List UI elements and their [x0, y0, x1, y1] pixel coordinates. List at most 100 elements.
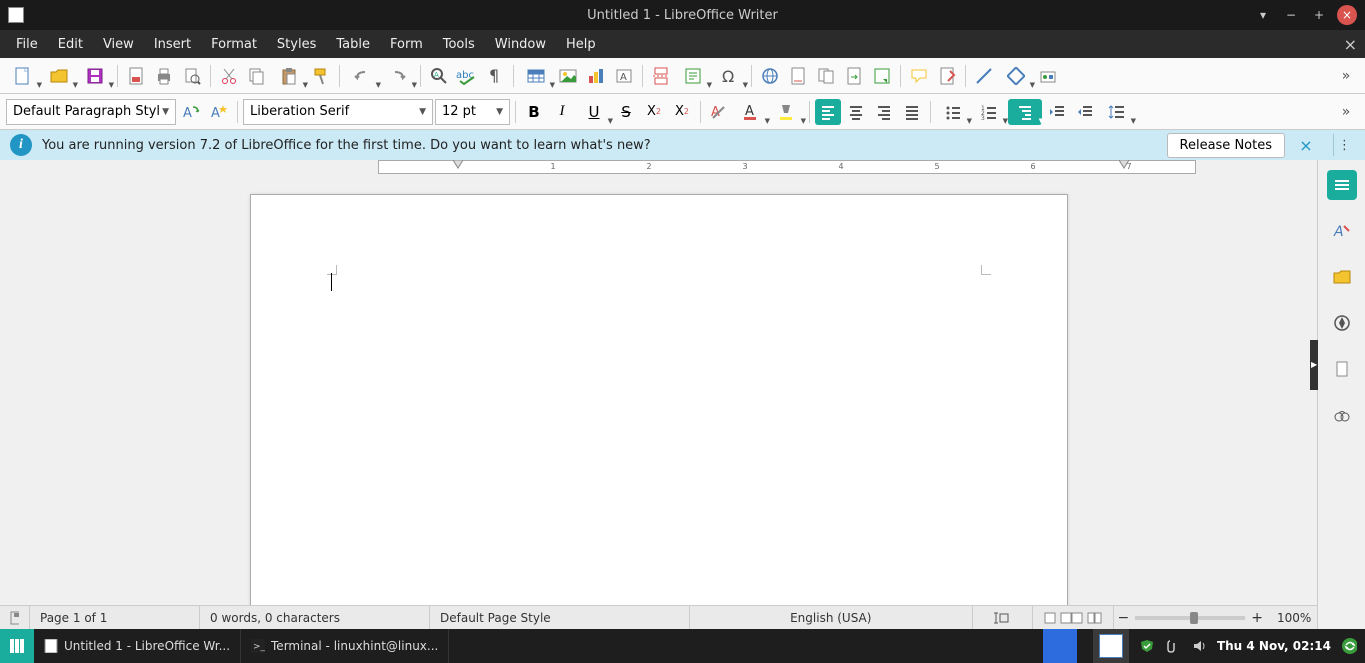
insert-image-button[interactable] [555, 63, 581, 89]
export-pdf-button[interactable] [123, 63, 149, 89]
new-style-button[interactable]: A [206, 99, 232, 125]
decrease-indent-button[interactable] [1072, 99, 1098, 125]
new-button[interactable]: ▼ [6, 63, 40, 89]
release-notes-button[interactable]: Release Notes [1167, 133, 1285, 158]
justify-button[interactable] [899, 99, 925, 125]
taskbar-writer-launcher[interactable] [1093, 629, 1129, 663]
sidebar-properties-button[interactable] [1327, 170, 1357, 200]
insert-hyperlink-button[interactable] [757, 63, 783, 89]
strikethrough-button[interactable]: S [613, 99, 639, 125]
insert-bookmark-button[interactable] [813, 63, 839, 89]
font-color-button[interactable]: A▼ [734, 99, 768, 125]
bold-button[interactable]: B [521, 99, 547, 125]
undo-button[interactable]: ▼ [345, 63, 379, 89]
paragraph-style-combo[interactable]: Default Paragraph Styl▼ [6, 99, 176, 125]
close-document-button[interactable]: × [1344, 35, 1357, 54]
clock[interactable]: Thu 4 Nov, 02:14 [1217, 639, 1331, 653]
menu-styles[interactable]: Styles [267, 33, 326, 56]
menu-file[interactable]: File [6, 33, 48, 56]
save-button[interactable]: ▼ [78, 63, 112, 89]
word-count-cell[interactable]: 0 words, 0 characters [200, 606, 430, 629]
insert-field-button[interactable]: ▼ [676, 63, 710, 89]
ordered-list-button[interactable]: 123▼ [972, 99, 1006, 125]
outline-format-button[interactable]: ▼ [1008, 99, 1042, 125]
save-status-icon[interactable] [0, 606, 30, 629]
paste-button[interactable]: ▼ [272, 63, 306, 89]
line-button[interactable] [971, 63, 997, 89]
clone-formatting-button[interactable] [308, 63, 334, 89]
menu-help[interactable]: Help [556, 33, 606, 56]
insert-mode-cell[interactable] [973, 606, 1033, 629]
update-style-button[interactable]: A [178, 99, 204, 125]
insert-textbox-button[interactable]: A [611, 63, 637, 89]
spellcheck-button[interactable]: abc [454, 63, 480, 89]
underline-button[interactable]: U▼ [577, 99, 611, 125]
cut-button[interactable] [216, 63, 242, 89]
align-left-button[interactable] [815, 99, 841, 125]
shade-button[interactable]: ▾ [1253, 5, 1273, 25]
font-name-combo[interactable]: Liberation Serif▼ [243, 99, 433, 125]
page-style-cell[interactable]: Default Page Style [430, 606, 690, 629]
view-layout-cell[interactable] [1033, 606, 1113, 629]
zoom-control[interactable]: − + [1113, 606, 1267, 629]
horizontal-ruler[interactable]: 1 2 3 4 5 6 7 [0, 160, 1317, 176]
start-menu-button[interactable] [0, 629, 34, 663]
menu-table[interactable]: Table [326, 33, 380, 56]
insert-cross-ref-button[interactable] [841, 63, 867, 89]
align-right-button[interactable] [871, 99, 897, 125]
zoom-in-button[interactable]: + [1251, 610, 1263, 626]
redo-button[interactable]: ▼ [381, 63, 415, 89]
insert-footnote-button[interactable] [785, 63, 811, 89]
zoom-out-button[interactable]: − [1118, 610, 1130, 626]
menu-form[interactable]: Form [380, 33, 433, 56]
menu-insert[interactable]: Insert [144, 33, 201, 56]
zoom-slider[interactable] [1135, 616, 1245, 620]
superscript-button[interactable]: X2 [641, 99, 667, 125]
sidebar-page-button[interactable] [1327, 354, 1357, 384]
highlight-color-button[interactable]: ▼ [770, 99, 804, 125]
show-desktop-button[interactable] [1043, 629, 1077, 663]
menu-format[interactable]: Format [201, 33, 267, 56]
line-spacing-button[interactable]: ▼ [1100, 99, 1134, 125]
first-line-indent-marker[interactable] [453, 160, 463, 170]
insert-table-button[interactable]: ▼ [519, 63, 553, 89]
sidebar-collapse-handle[interactable] [1310, 340, 1318, 390]
menu-window[interactable]: Window [485, 33, 556, 56]
copy-button[interactable] [244, 63, 270, 89]
insert-special-char-button[interactable]: Ω▼ [712, 63, 746, 89]
font-size-combo[interactable]: 12 pt▼ [435, 99, 510, 125]
print-button[interactable] [151, 63, 177, 89]
shield-icon[interactable] [1139, 638, 1155, 654]
insert-page-break-button[interactable] [648, 63, 674, 89]
track-changes-comment-button[interactable] [906, 63, 932, 89]
insert-comment-button[interactable] [869, 63, 895, 89]
toolbar-overflow-button[interactable]: » [1333, 63, 1359, 89]
increase-indent-button[interactable] [1044, 99, 1070, 125]
menu-edit[interactable]: Edit [48, 33, 93, 56]
print-preview-button[interactable] [179, 63, 205, 89]
document-canvas[interactable] [0, 176, 1317, 629]
formatting-marks-button[interactable]: ¶ [482, 63, 508, 89]
page-number-cell[interactable]: Page 1 of 1 [30, 606, 200, 629]
find-replace-button[interactable]: A [426, 63, 452, 89]
unordered-list-button[interactable]: ▼ [936, 99, 970, 125]
menu-view[interactable]: View [93, 33, 144, 56]
subscript-button[interactable]: X2 [669, 99, 695, 125]
sidebar-style-inspector-button[interactable] [1327, 400, 1357, 430]
taskbar-item-writer[interactable]: Untitled 1 - LibreOffice Wr... [34, 629, 241, 663]
sidebar-gallery-button[interactable] [1327, 262, 1357, 292]
close-infobar-button[interactable]: × [1295, 134, 1317, 156]
italic-button[interactable]: I [549, 99, 575, 125]
page[interactable] [250, 194, 1068, 629]
minimize-button[interactable]: − [1281, 5, 1301, 25]
formatbar-overflow-button[interactable]: » [1333, 99, 1359, 125]
close-button[interactable]: × [1337, 5, 1357, 25]
language-cell[interactable]: English (USA) [690, 606, 973, 629]
align-center-button[interactable] [843, 99, 869, 125]
clip-icon[interactable] [1165, 638, 1181, 654]
zoom-value-cell[interactable]: 100% [1267, 606, 1317, 629]
menu-tools[interactable]: Tools [433, 33, 485, 56]
track-changes-button[interactable] [934, 63, 960, 89]
infobar-more-button[interactable]: ⋮ [1333, 134, 1355, 156]
draw-functions-button[interactable] [1035, 63, 1061, 89]
